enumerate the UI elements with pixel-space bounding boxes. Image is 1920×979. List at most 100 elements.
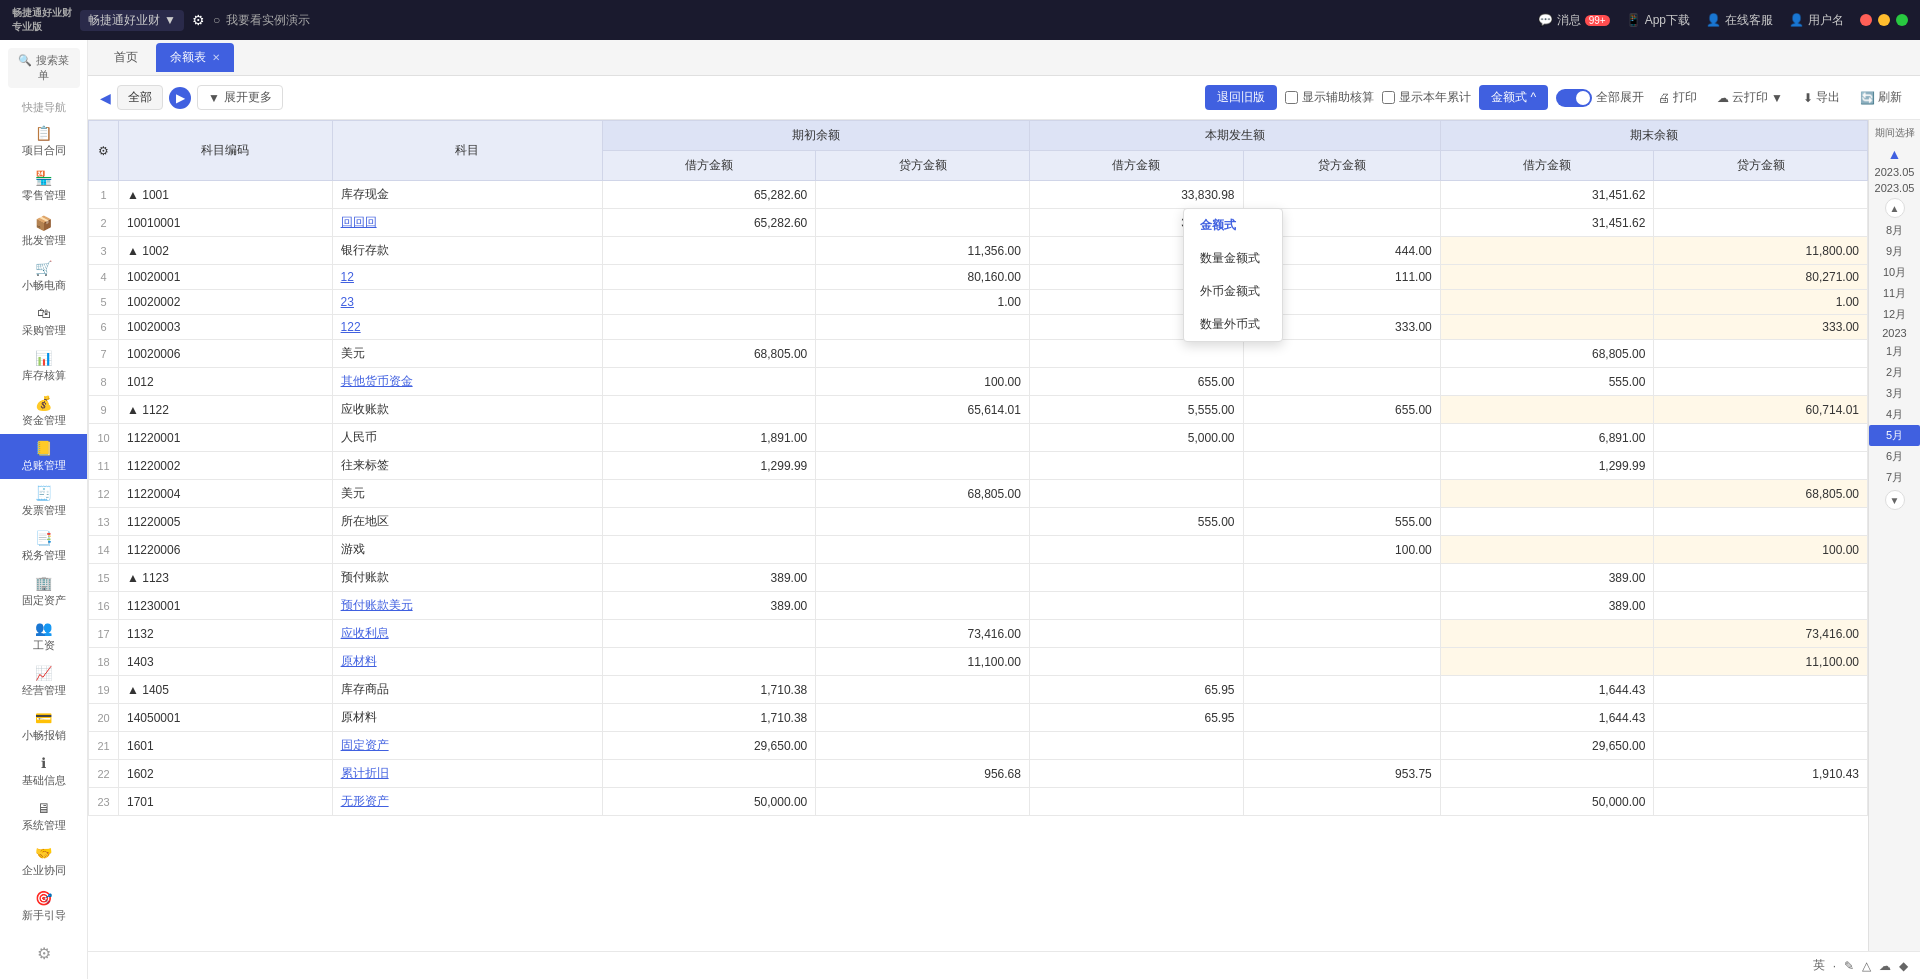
settings-icon[interactable]: ⚙ (192, 12, 205, 28)
sidebar-item-operations[interactable]: 📈 经营管理 (0, 659, 87, 704)
dropdown-item-foreign-amount[interactable]: 外币金额式 (1184, 275, 1282, 308)
date-month-11[interactable]: 11月 (1869, 283, 1920, 304)
row-name[interactable]: 固定资产 (332, 732, 602, 760)
subsidiary-checkbox[interactable] (1285, 91, 1298, 104)
date-month-2[interactable]: 2月 (1869, 362, 1920, 383)
row-amount: 31,451.62 (1440, 181, 1654, 209)
close-button[interactable] (1860, 14, 1872, 26)
window-dropdown[interactable]: 畅捷通好业财 ▼ (80, 10, 184, 31)
switch-control[interactable] (1556, 89, 1592, 107)
sidebar-item-purchase[interactable]: 🛍 采购管理 (0, 299, 87, 344)
row-name[interactable]: 应收利息 (332, 620, 602, 648)
sidebar-item-project[interactable]: 📋 项目合同 (0, 119, 87, 164)
tab-close-icon[interactable]: ✕ (212, 52, 220, 63)
minimize-button[interactable] (1878, 14, 1890, 26)
sidebar-item-inventory[interactable]: 📊 库存核算 (0, 344, 87, 389)
expand-button[interactable]: ▼ 展开更多 (197, 85, 283, 110)
sidebar-settings-button[interactable]: ⚙ (29, 936, 59, 971)
full-expand-toggle[interactable]: 全部展开 (1556, 89, 1644, 107)
date-month-9[interactable]: 9月 (1869, 241, 1920, 262)
app-download-button[interactable]: 📱 App下载 (1626, 12, 1690, 29)
ledger-icon: 📒 (35, 440, 52, 456)
row-number: 16 (89, 592, 119, 620)
date-month-12[interactable]: 12月 (1869, 304, 1920, 325)
return-old-button[interactable]: 退回旧版 (1205, 85, 1277, 110)
maximize-button[interactable] (1896, 14, 1908, 26)
dot-icon: · (1833, 959, 1836, 973)
mode-button[interactable]: 金额式 ^ (1479, 85, 1548, 110)
sidebar-item-system[interactable]: 🖥 系统管理 (0, 794, 87, 839)
date-month-1[interactable]: 1月 (1869, 341, 1920, 362)
lang-switch[interactable]: 英 (1813, 957, 1825, 974)
row-name[interactable]: 预付账款美元 (332, 592, 602, 620)
show-ytd-check[interactable]: 显示本年累计 (1382, 89, 1471, 106)
row-name[interactable]: 12 (332, 265, 602, 290)
date-expand-down[interactable]: ▼ (1885, 490, 1905, 510)
tab-home[interactable]: 首页 (100, 43, 152, 72)
sidebar-item-tax[interactable]: 📑 税务管理 (0, 524, 87, 569)
table-row: 19▲ 1405库存商品1,710.3865.951,644.43 (89, 676, 1868, 704)
date-month-4[interactable]: 4月 (1869, 404, 1920, 425)
ytd-checkbox[interactable] (1382, 91, 1395, 104)
date-nav-up[interactable]: ▲ (1886, 144, 1904, 164)
sidebar-item-sales[interactable]: 💳 小畅报销 (0, 704, 87, 749)
row-code: 1601 (119, 732, 333, 760)
table-settings-icon[interactable]: ⚙ (89, 121, 119, 181)
dropdown-item-amount[interactable]: 金额式 (1184, 209, 1282, 242)
demo-link[interactable]: ○ 我要看实例演示 (213, 12, 310, 29)
date-month-7[interactable]: 7月 (1869, 467, 1920, 488)
sidebar-item-retail[interactable]: 🏪 零售管理 (0, 164, 87, 209)
export-button[interactable]: ⬇ 导出 (1797, 85, 1846, 110)
show-subsidiary-check[interactable]: 显示辅助核算 (1285, 89, 1374, 106)
sidebar-item-invoice[interactable]: 🧾 发票管理 (0, 479, 87, 524)
online-service-button[interactable]: 👤 在线客服 (1706, 12, 1773, 29)
search-menu[interactable]: 🔍 搜索菜单 (8, 48, 80, 88)
cloud-print-button[interactable]: ☁ 云打印 ▼ (1711, 85, 1789, 110)
row-amount (816, 676, 1030, 704)
dropdown-item-qty-foreign[interactable]: 数量外币式 (1184, 308, 1282, 341)
sidebar-item-capital[interactable]: 💰 资金管理 (0, 389, 87, 434)
sidebar-item-ledger[interactable]: 📒 总账管理 (0, 434, 87, 479)
row-amount: 1,299.99 (602, 452, 816, 480)
row-name[interactable]: 其他货币资金 (332, 368, 602, 396)
back-icon[interactable]: ◀ (100, 90, 111, 106)
date-month-6[interactable]: 6月 (1869, 446, 1920, 467)
sidebar-item-ecommerce[interactable]: 🛒 小畅电商 (0, 254, 87, 299)
row-amount (1440, 315, 1654, 340)
row-amount (1029, 592, 1243, 620)
sidebar-item-base[interactable]: ℹ 基础信息 (0, 749, 87, 794)
row-name[interactable]: 累计折旧 (332, 760, 602, 788)
search-icon: 🔍 (18, 54, 32, 66)
refresh-button[interactable]: 🔄 刷新 (1854, 85, 1908, 110)
sidebar-item-assets[interactable]: 🏢 固定资产 (0, 569, 87, 614)
breadcrumb-arrow[interactable]: ▶ (169, 87, 191, 109)
print-button[interactable]: 🖨 打印 (1652, 85, 1703, 110)
row-amount: 555.00 (1243, 508, 1440, 536)
row-amount (1440, 620, 1654, 648)
date-month-3[interactable]: 3月 (1869, 383, 1920, 404)
row-name[interactable]: 无形资产 (332, 788, 602, 816)
table-row: 9▲ 1122应收账款65,614.015,555.00655.0060,714… (89, 396, 1868, 424)
row-name[interactable]: 回回回 (332, 209, 602, 237)
col-header-pc: 贷方金额 (1243, 151, 1440, 181)
sidebar-item-coop[interactable]: 🤝 企业协同 (0, 839, 87, 884)
date-month-10[interactable]: 10月 (1869, 262, 1920, 283)
row-amount (816, 592, 1030, 620)
date-month-5[interactable]: 5月 (1869, 425, 1920, 446)
edit-icon[interactable]: ✎ (1844, 959, 1854, 973)
row-amount (602, 315, 816, 340)
message-icon: 💬 (1538, 13, 1553, 27)
sidebar-item-wholesale[interactable]: 📦 批发管理 (0, 209, 87, 254)
sidebar-item-payroll[interactable]: 👥 工资 (0, 614, 87, 659)
user-profile[interactable]: 👤 用户名 (1789, 12, 1844, 29)
row-name[interactable]: 原材料 (332, 648, 602, 676)
row-name[interactable]: 23 (332, 290, 602, 315)
date-month-8[interactable]: 8月 (1869, 220, 1920, 241)
sidebar-item-guide[interactable]: 🎯 新手引导 (0, 884, 87, 929)
cloud-icon[interactable]: ☁ (1879, 959, 1891, 973)
date-expand-up[interactable]: ▲ (1885, 198, 1905, 218)
row-name[interactable]: 122 (332, 315, 602, 340)
tab-balance[interactable]: 余额表 ✕ (156, 43, 234, 72)
messages-button[interactable]: 💬 消息 99+ (1538, 12, 1610, 29)
dropdown-item-qty-amount[interactable]: 数量金额式 (1184, 242, 1282, 275)
